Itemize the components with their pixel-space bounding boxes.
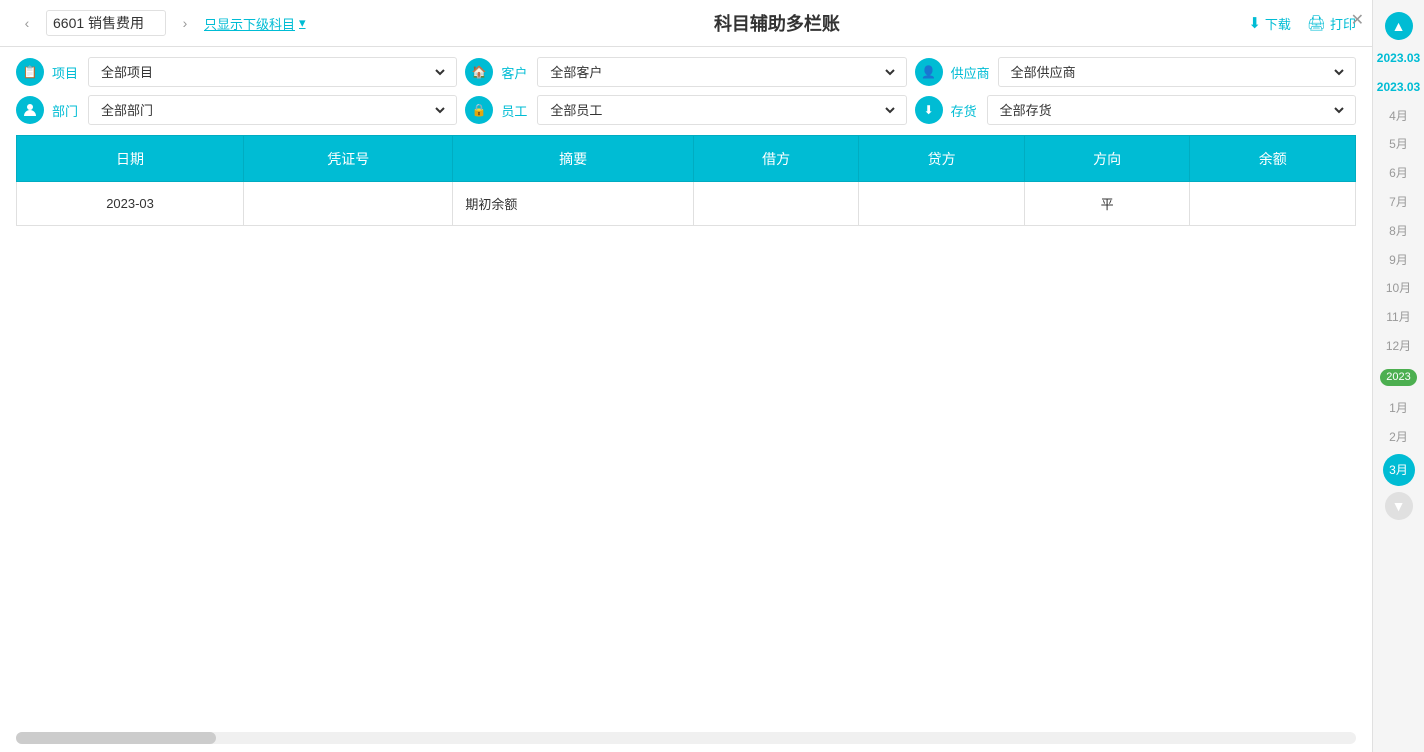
col-credit: 贷方 (859, 136, 1025, 182)
customer-label: 客户 (501, 63, 529, 82)
download-button[interactable]: ⬇ 下载 (1248, 14, 1291, 33)
table-container: 日期 凭证号 摘要 借方 贷方 方向 余额 2023-03 期初余额 平 (16, 135, 1356, 724)
col-voucher: 凭证号 (244, 136, 453, 182)
account-code: 6601 销售费用 (46, 10, 166, 36)
top-bar-right: ⬇ 下载 🖨 打印 (1248, 14, 1356, 33)
period-label: 2023.03 (1377, 51, 1420, 65)
inventory-select-input[interactable]: 全部存货 (996, 102, 1347, 119)
project-select-input[interactable]: 全部项目 (97, 64, 448, 81)
cell-date: 2023-03 (17, 182, 244, 226)
table-row: 2023-03 期初余额 平 (17, 182, 1356, 226)
filter-department: 部门 全部部门 (16, 95, 457, 125)
col-direction: 方向 (1024, 136, 1190, 182)
right-sidebar: ▲ 2023.03 2023.03 4月 5月 6月 7月 8月 9月 10月 … (1372, 0, 1424, 752)
sidebar-month-6[interactable]: 6月 (1373, 159, 1424, 188)
sidebar-up-button[interactable]: ▲ (1385, 12, 1413, 40)
sidebar-month-4[interactable]: 4月 (1373, 102, 1424, 131)
col-date: 日期 (17, 136, 244, 182)
filter-customer: 🏠 客户 全部客户 (465, 57, 906, 87)
inventory-icon: ⬇ (915, 96, 943, 124)
inventory-label: 存货 (951, 101, 979, 120)
department-select[interactable]: 全部部门 (88, 95, 457, 125)
sidebar-period-2023-03-b[interactable]: 2023.03 (1373, 73, 1424, 102)
filter-employee: 🔒 员工 全部员工 (465, 95, 906, 125)
col-balance: 余额 (1190, 136, 1356, 182)
supplier-icon: 👤 (915, 58, 943, 86)
top-bar-left: ‹ 6601 销售费用 › 只显示下级科目 ▾ (16, 10, 306, 36)
print-icon: 🖨 (1307, 14, 1326, 32)
filter-inventory: ⬇ 存货 全部存货 (915, 95, 1356, 125)
cell-credit (859, 182, 1025, 226)
supplier-label: 供应商 (951, 63, 990, 82)
sidebar-month-12[interactable]: 12月 (1373, 332, 1424, 361)
show-sub-arrow-icon: ▾ (299, 15, 306, 31)
close-button[interactable]: ✕ (1351, 10, 1364, 30)
sidebar-down-button[interactable]: ▼ (1385, 492, 1413, 520)
filter-supplier: 👤 供应商 全部供应商 (915, 57, 1356, 87)
department-select-input[interactable]: 全部部门 (97, 102, 448, 119)
employee-select-input[interactable]: 全部员工 (546, 102, 897, 119)
supplier-select[interactable]: 全部供应商 (998, 57, 1356, 87)
customer-icon: 🏠 (465, 58, 493, 86)
ledger-table: 日期 凭证号 摘要 借方 贷方 方向 余额 2023-03 期初余额 平 (16, 135, 1356, 226)
sidebar-month-11[interactable]: 11月 (1373, 303, 1424, 332)
customer-select-input[interactable]: 全部客户 (546, 64, 897, 81)
year-badge: 2023 (1380, 369, 1416, 386)
sidebar-month-5[interactable]: 5月 (1373, 130, 1424, 159)
next-account-button[interactable]: › (174, 12, 196, 34)
sidebar-period-2023-03-a[interactable]: 2023.03 (1373, 44, 1424, 73)
cell-voucher (244, 182, 453, 226)
sidebar-month-8[interactable]: 8月 (1373, 217, 1424, 246)
col-debit: 借方 (693, 136, 859, 182)
sidebar-active-month-3[interactable]: 3月 (1383, 454, 1415, 486)
department-label: 部门 (52, 101, 80, 120)
top-bar: ‹ 6601 销售费用 › 只显示下级科目 ▾ 科目辅助多栏账 ⬇ 下载 🖨 打… (0, 0, 1372, 47)
sidebar-month-1[interactable]: 1月 (1373, 394, 1424, 423)
sidebar-month-9[interactable]: 9月 (1373, 246, 1424, 275)
supplier-select-input[interactable]: 全部供应商 (1007, 64, 1347, 81)
horizontal-scrollbar[interactable] (16, 732, 1356, 744)
cell-summary: 期初余额 (453, 182, 694, 226)
download-icon: ⬇ (1248, 14, 1261, 32)
employee-label: 员工 (501, 101, 529, 120)
print-button[interactable]: 🖨 打印 (1307, 14, 1356, 33)
project-icon: 📋 (16, 58, 44, 86)
filter-project: 📋 项目 全部项目 (16, 57, 457, 87)
sidebar-year-2023[interactable]: 2023 (1373, 361, 1424, 394)
filter-bar: 📋 项目 全部项目 🏠 客户 全部客户 👤 供应商 全部供应商 (0, 47, 1372, 135)
sidebar-month-10[interactable]: 10月 (1373, 274, 1424, 303)
period-label: 2023.03 (1377, 80, 1420, 94)
table-header-row: 日期 凭证号 摘要 借方 贷方 方向 余额 (17, 136, 1356, 182)
prev-account-button[interactable]: ‹ (16, 12, 38, 34)
customer-select[interactable]: 全部客户 (537, 57, 906, 87)
project-label: 项目 (52, 63, 80, 82)
employee-icon: 🔒 (465, 96, 493, 124)
scrollbar-thumb[interactable] (16, 732, 216, 744)
project-select[interactable]: 全部项目 (88, 57, 457, 87)
download-label: 下载 (1265, 14, 1291, 33)
col-summary: 摘要 (453, 136, 694, 182)
show-sub-button[interactable]: 只显示下级科目 ▾ (204, 14, 306, 33)
sidebar-month-2[interactable]: 2月 (1373, 423, 1424, 452)
show-sub-label: 只显示下级科目 (204, 14, 295, 33)
cell-direction: 平 (1024, 182, 1190, 226)
page-title: 科目辅助多栏账 (714, 10, 840, 36)
department-icon (16, 96, 44, 124)
cell-debit (693, 182, 859, 226)
sidebar-month-7[interactable]: 7月 (1373, 188, 1424, 217)
cell-balance (1190, 182, 1356, 226)
employee-select[interactable]: 全部员工 (537, 95, 906, 125)
inventory-select[interactable]: 全部存货 (987, 95, 1356, 125)
